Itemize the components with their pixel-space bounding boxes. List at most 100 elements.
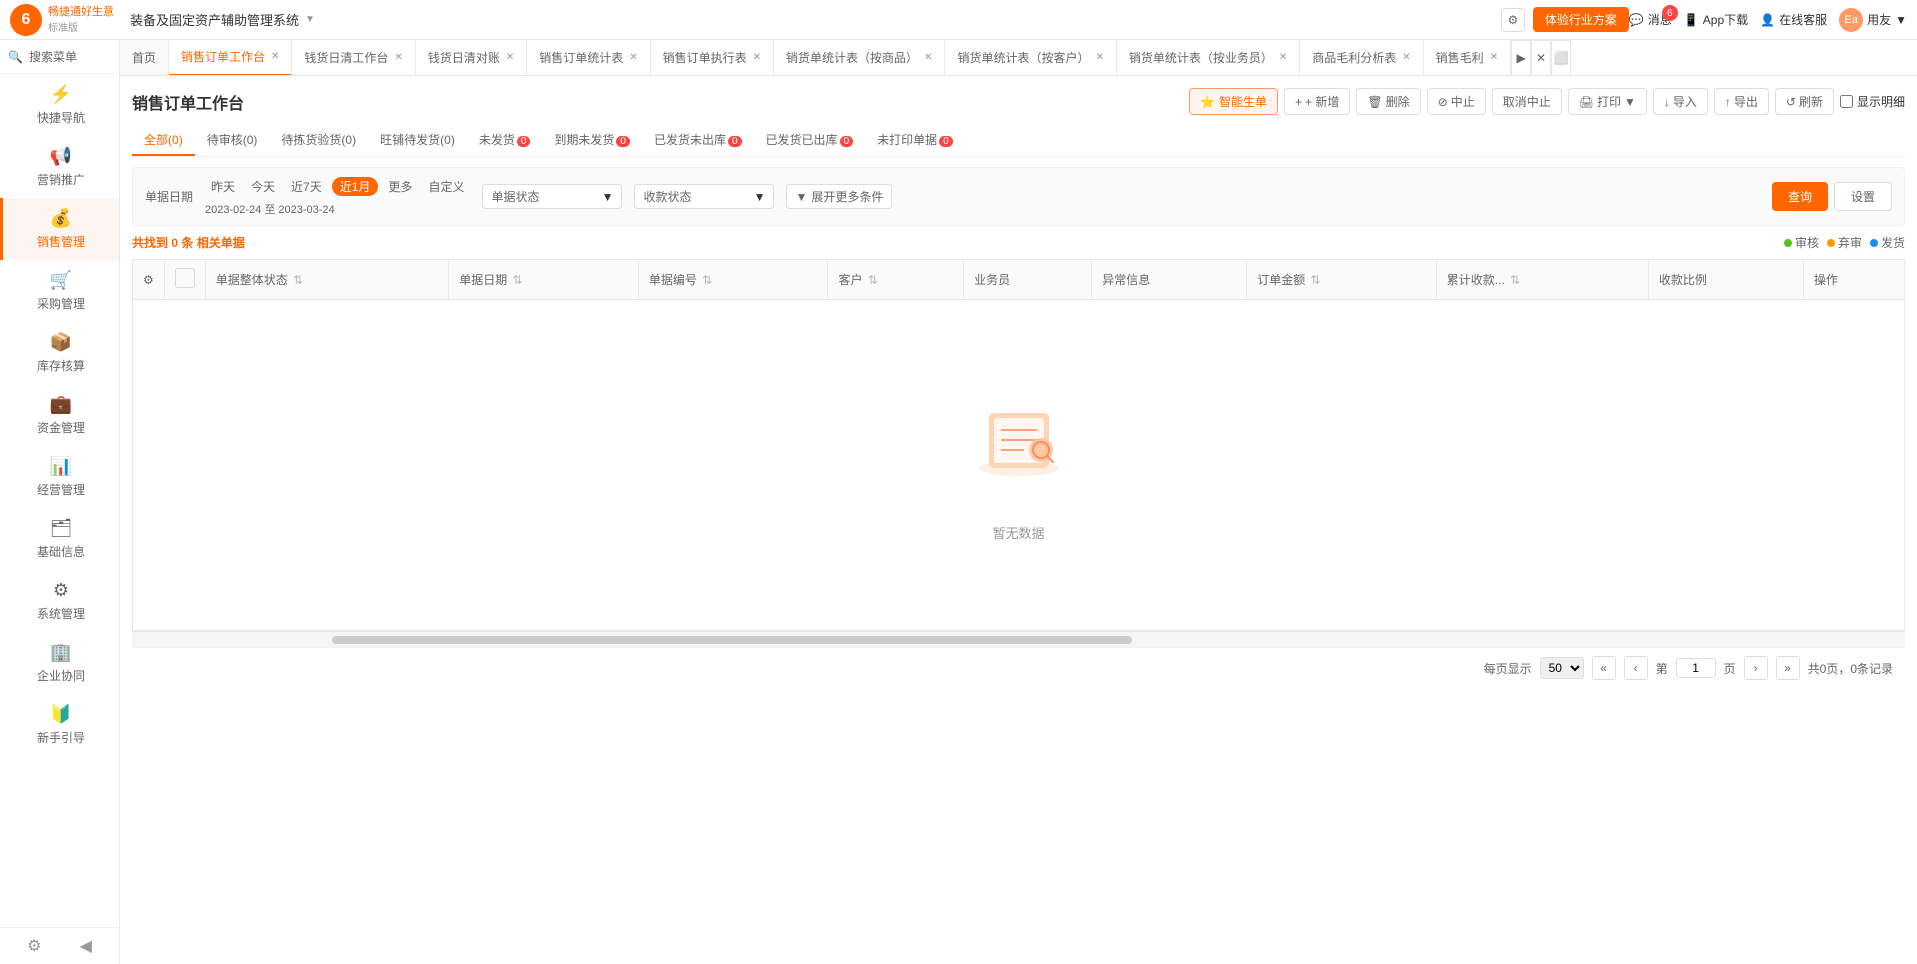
sidebar-item-inventory[interactable]: 📦 库存核算 [0,322,119,384]
sidebar-setting-button[interactable]: ⚙ [27,936,41,956]
tab-sales-more[interactable]: 销售毛利 ✕ [1424,40,1511,76]
col-staff[interactable]: 业务员 [964,260,1092,300]
tab-sales-sum-customer[interactable]: 销货单统计表（按客户） ✕ [945,40,1116,76]
expand-filter-button[interactable]: ▼ 展开更多条件 [786,184,892,209]
export-button[interactable]: ↑ 导出 [1714,88,1769,115]
prev-page-button[interactable]: ‹ [1624,656,1648,680]
tab-close-icon[interactable]: ✕ [271,51,279,62]
col-checkbox[interactable] [164,260,205,300]
next-page-button[interactable]: › [1744,656,1768,680]
tab-close-icon[interactable]: ✕ [1279,52,1287,63]
scrollbar-thumb[interactable] [332,636,1132,644]
tab-cash-daily[interactable]: 钱货日清工作台 ✕ [292,40,415,76]
filter-tab-overdue[interactable]: 到期未发货0 [542,125,642,156]
sidebar-item-guide[interactable]: 🔰 新手引导 [0,694,119,756]
col-date[interactable]: 单据日期 ⇅ [449,260,639,300]
payment-filter[interactable]: 收款状态 ▼ [634,184,774,209]
finance-icon: 💼 [50,394,72,415]
tab-close-icon[interactable]: ✕ [753,52,761,63]
sidebar-item-operation[interactable]: 📊 经营管理 [0,446,119,508]
sys-dropdown-icon[interactable]: ▼ [305,14,315,25]
filter-tab-shipped-out[interactable]: 已发货已出库0 [754,125,866,156]
industry-button[interactable]: 体验行业方案 [1533,7,1629,32]
gear-button[interactable]: ⚙ [1501,8,1525,32]
review-button[interactable]: 审核 [1784,234,1819,251]
online-service-button[interactable]: 👤 在线客服 [1760,11,1827,28]
date-btn-today[interactable]: 今天 [245,176,281,197]
tab-sales-sum-staff[interactable]: 销货单统计表（按业务员） ✕ [1117,40,1300,76]
col-status[interactable]: 单据整体状态 ⇅ [205,260,449,300]
cancel-stop-button[interactable]: 取消中止 [1492,88,1562,115]
sidebar-item-purchase[interactable]: 🛒 采购管理 [0,260,119,322]
unreview-button[interactable]: 弃审 [1827,234,1862,251]
show-detail-checkbox[interactable]: 显示明细 [1840,93,1905,110]
add-button[interactable]: + + 新增 [1284,88,1350,115]
date-btn-custom[interactable]: 自定义 [422,176,470,197]
horizontal-scrollbar[interactable] [132,631,1905,647]
tab-sales-sum-product[interactable]: 销货单统计表（按商品） ✕ [774,40,945,76]
col-amount[interactable]: 订单金额 ⇅ [1247,260,1437,300]
delete-button[interactable]: 🗑 删除 [1356,88,1420,115]
sidebar-item-basic[interactable]: 🗂 基础信息 [0,508,119,570]
tab-close-icon[interactable]: ✕ [1490,52,1498,63]
filter-tab-unshipped[interactable]: 未发货0 [467,125,543,156]
date-btn-7days[interactable]: 近7天 [285,176,328,197]
filter-tab-shipped-not-out[interactable]: 已发货未出库0 [642,125,754,156]
sidebar-item-sales[interactable]: 💰 销售管理 [0,198,119,260]
page-number-input[interactable] [1676,658,1716,678]
tab-close-icon[interactable]: ✕ [924,52,932,63]
sidebar-item-marketing[interactable]: 📢 营销推广 [0,136,119,198]
tab-sales-exec[interactable]: 销售订单执行表 ✕ [651,40,774,76]
tab-margin-analysis[interactable]: 商品毛利分析表 ✕ [1300,40,1423,76]
search-menu[interactable]: 🔍 搜索菜单 [0,40,119,74]
col-abnormal[interactable]: 异常信息 [1092,260,1247,300]
query-button[interactable]: 查询 [1772,182,1828,211]
app-download-button[interactable]: 📱 App下载 [1684,11,1748,28]
sidebar-item-finance[interactable]: 💼 资金管理 [0,384,119,446]
filter-tab-pending-check[interactable]: 待拣货验货(0) [269,125,368,156]
col-customer[interactable]: 客户 ⇅ [828,260,964,300]
tab-home[interactable]: 首页 [120,40,169,76]
result-text: 共找到 0 条 相关单据 [132,234,245,251]
col-number[interactable]: 单据编号 ⇅ [638,260,828,300]
user-menu-button[interactable]: Ea 用友 ▼ [1839,8,1907,32]
tab-sales-stat[interactable]: 销售订单统计表 ✕ [527,40,650,76]
sidebar-collapse-button[interactable]: ◀ [80,936,92,956]
tab-cash-reconcile[interactable]: 钱货日清对账 ✕ [416,40,527,76]
date-btn-yesterday[interactable]: 昨天 [205,176,241,197]
show-detail-input[interactable] [1840,95,1853,108]
page-size-select[interactable]: 50 [1540,657,1584,679]
stop-button[interactable]: ⊘ 中止 [1427,88,1486,115]
filter-tab-all[interactable]: 全部(0) [132,125,195,156]
import-button[interactable]: ↓ 导入 [1653,88,1708,115]
tab-close-icon[interactable]: ✕ [506,52,514,63]
tab-close-icon[interactable]: ✕ [394,52,402,63]
filter-tab-wangpu[interactable]: 旺铺待发货(0) [368,125,467,156]
print-button[interactable]: 🖨 打印 ▼ [1568,88,1647,115]
refresh-button[interactable]: ↺ 刷新 [1775,88,1834,115]
filter-tab-unprinted[interactable]: 未打印单据0 [865,125,965,156]
ship-button[interactable]: 发货 [1870,234,1905,251]
sidebar-item-quick-nav[interactable]: ⚡ 快捷导航 [0,74,119,136]
last-page-button[interactable]: » [1776,656,1800,680]
tab-close-icon[interactable]: ✕ [629,52,637,63]
message-button[interactable]: 💬 消息 6 [1629,11,1672,28]
set-button[interactable]: 设置 [1834,182,1892,211]
tab-close-icon[interactable]: ✕ [1402,52,1410,63]
date-btn-more[interactable]: 更多 [382,176,418,197]
sidebar-item-corp[interactable]: 🏢 企业协同 [0,632,119,694]
tab-scroll-right[interactable]: ▶ [1511,40,1531,76]
date-btn-1month[interactable]: 近1月 [332,177,379,196]
empty-text: 暂无数据 [992,523,1044,542]
tab-sales-workbench[interactable]: 销售订单工作台 ✕ [169,40,292,76]
sidebar-item-system[interactable]: ⚙ 系统管理 [0,570,119,632]
col-collected[interactable]: 累计收款... ⇅ [1436,260,1648,300]
first-page-button[interactable]: « [1592,656,1616,680]
smart-generate-button[interactable]: ⭐ 智能生单 [1189,88,1278,115]
status-filter[interactable]: 单据状态 ▼ [482,184,622,209]
filter-tab-pending-review[interactable]: 待审核(0) [195,125,270,156]
tab-close-icon[interactable]: ✕ [1095,52,1103,63]
tab-maximize[interactable]: ⬜ [1551,40,1571,76]
tab-home-label: 首页 [132,49,156,66]
tab-close-all[interactable]: ✕ [1531,40,1551,76]
